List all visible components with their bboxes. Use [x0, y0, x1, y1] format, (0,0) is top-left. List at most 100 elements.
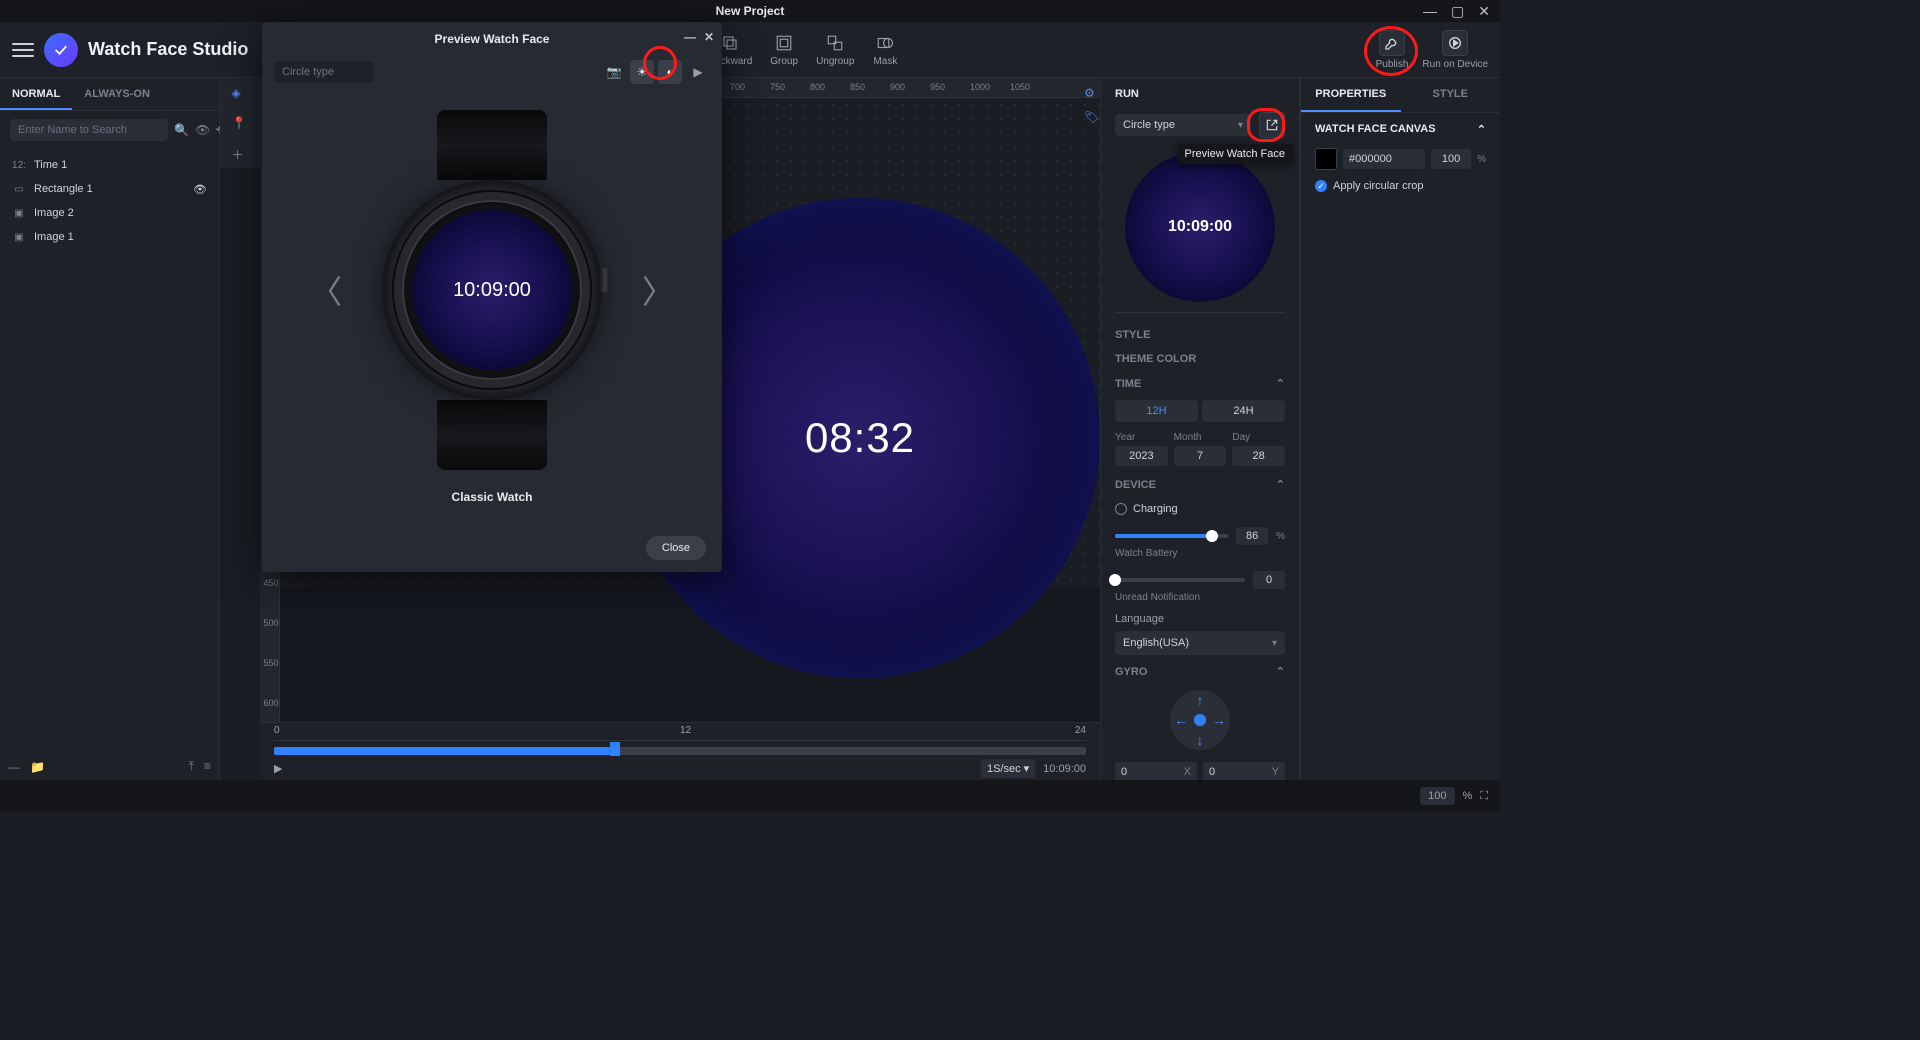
theme-color-section-label[interactable]: THEME COLOR: [1101, 347, 1299, 371]
circular-crop-checkbox[interactable]: ✓ Apply circular crop: [1301, 176, 1500, 196]
layers-icon[interactable]: ◈: [232, 86, 248, 102]
search-icon[interactable]: 🔍: [174, 123, 189, 137]
filter-icon[interactable]: ≡: [204, 759, 211, 774]
run-on-device-button[interactable]: Run on Device: [1422, 30, 1488, 70]
timeline-handle[interactable]: [610, 742, 620, 756]
layer-label: Time 1: [34, 159, 67, 171]
zoom-value[interactable]: 100: [1420, 787, 1454, 805]
preview-modal: Preview Watch Face — ✕ 📷 ☀ ◐ ▶ 〈 10:09:0…: [262, 22, 722, 572]
charging-toggle[interactable]: Charging: [1101, 497, 1299, 521]
device-section-label[interactable]: DEVICE⌃: [1101, 472, 1299, 497]
upload-icon[interactable]: ⤒: [189, 759, 194, 774]
tab-always-on[interactable]: ALWAYS-ON: [72, 78, 162, 110]
gyro-left-icon[interactable]: ←: [1174, 712, 1188, 728]
layer-item-image1[interactable]: ▣ Image 1: [0, 225, 219, 249]
group-tool[interactable]: Group: [770, 33, 798, 67]
modal-type-input[interactable]: [274, 61, 374, 83]
modal-close-button[interactable]: ✕: [704, 30, 714, 44]
rect-layer-icon: ▭: [12, 182, 26, 196]
24h-button[interactable]: 24H: [1202, 400, 1285, 422]
layer-label: Rectangle 1: [34, 183, 93, 195]
watch-preview-frame: 10:09:00: [362, 110, 622, 470]
day-input[interactable]: 28: [1232, 446, 1285, 466]
notification-value[interactable]: 0: [1253, 571, 1285, 589]
gyro-center-dot[interactable]: [1194, 714, 1206, 726]
ungroup-tool[interactable]: Ungroup: [816, 33, 854, 67]
folder-icon[interactable]: 📁: [30, 760, 45, 774]
watch-crown: [600, 268, 610, 292]
layer-search-input[interactable]: [10, 119, 168, 141]
timeline-play-button[interactable]: ▶: [274, 762, 282, 775]
modal-title-bar: Preview Watch Face — ✕: [262, 22, 722, 54]
play-icon[interactable]: ▶: [686, 60, 710, 84]
close-window-button[interactable]: ✕: [1474, 4, 1494, 18]
layer-visibility-icon[interactable]: 👁: [193, 183, 207, 196]
gyro-y-input[interactable]: 0Y: [1203, 762, 1285, 780]
modal-toolbar: 📷 ☀ ◐ ▶: [262, 54, 722, 90]
12h-button[interactable]: 12H: [1115, 400, 1198, 422]
add-icon[interactable]: ＋: [232, 146, 248, 162]
modal-minimize-button[interactable]: —: [684, 30, 696, 44]
layers-panel: NORMAL ALWAYS-ON 🔍 👁 ⟲ 12: Time 1 ▭ Rect…: [0, 78, 220, 780]
opacity-input[interactable]: 100: [1431, 149, 1471, 169]
wrench-icon: [1379, 30, 1405, 56]
app-name: Watch Face Studio: [88, 39, 248, 60]
watch-type-select[interactable]: Circle type: [1115, 114, 1251, 136]
layer-item-time[interactable]: 12: Time 1: [0, 153, 219, 177]
gyro-x-input[interactable]: 0X: [1115, 762, 1197, 780]
mask-tool[interactable]: Mask: [872, 33, 898, 67]
gyro-right-icon[interactable]: →: [1212, 712, 1226, 728]
prev-arrow[interactable]: 〈: [310, 267, 342, 313]
close-button[interactable]: Close: [646, 536, 706, 560]
aod-toggle-icon[interactable]: ◐: [658, 60, 682, 84]
tab-properties[interactable]: PROPERTIES: [1301, 78, 1401, 112]
timeline-track[interactable]: [274, 747, 1086, 755]
gyro-control[interactable]: ↑ ↓ ← →: [1170, 690, 1230, 750]
minimize-button[interactable]: —: [1419, 4, 1441, 18]
image-layer-icon: ▣: [12, 230, 26, 244]
next-arrow[interactable]: 〉: [642, 267, 674, 313]
layer-label: Image 2: [34, 207, 74, 219]
gyro-section-label[interactable]: GYRO⌃: [1101, 659, 1299, 684]
layer-item-image2[interactable]: ▣ Image 2: [0, 201, 219, 225]
timeline: 0 12 24 ▶ 1S/sec ▾ 10:09:00: [260, 722, 1100, 780]
menu-button[interactable]: [12, 39, 34, 61]
timeline-speed-select[interactable]: 1S/sec ▾: [981, 759, 1035, 778]
mask-icon: [872, 33, 898, 53]
style-section-label[interactable]: STYLE: [1101, 323, 1299, 347]
app-header: Watch Face Studio Backward Group Ungroup…: [0, 22, 1500, 78]
window-title: New Project: [716, 4, 785, 18]
gyro-up-icon[interactable]: ↑: [1197, 692, 1204, 708]
timeline-ruler[interactable]: 0 12 24: [274, 723, 1086, 741]
visibility-toggle-icon[interactable]: 👁: [195, 123, 209, 137]
background-hex-input[interactable]: #000000: [1343, 149, 1425, 169]
brightness-icon[interactable]: ☀: [630, 60, 654, 84]
header-right: Publish Run on Device: [1376, 30, 1488, 70]
publish-button[interactable]: Publish: [1376, 30, 1409, 70]
app-logo: [44, 33, 78, 67]
canvas-section-label[interactable]: WATCH FACE CANVAS⌃: [1301, 113, 1500, 142]
maximize-button[interactable]: ▢: [1447, 4, 1468, 18]
layer-item-rectangle[interactable]: ▭ Rectangle 1 👁: [0, 177, 219, 201]
battery-slider[interactable]: [1115, 534, 1228, 538]
battery-value[interactable]: 86: [1236, 527, 1268, 545]
month-input[interactable]: 7: [1174, 446, 1227, 466]
watch-name-label: Classic Watch: [262, 480, 722, 524]
gyro-down-icon[interactable]: ↓: [1197, 732, 1204, 748]
language-select[interactable]: English(USA): [1115, 631, 1285, 655]
minus-icon[interactable]: —: [8, 760, 20, 774]
run-mini-preview: 10:09:00: [1125, 152, 1275, 302]
tab-normal[interactable]: NORMAL: [0, 78, 72, 110]
ungroup-icon: [822, 33, 848, 53]
background-color-swatch[interactable]: [1315, 148, 1337, 170]
year-input[interactable]: 2023: [1115, 446, 1168, 466]
tab-style[interactable]: STYLE: [1401, 78, 1501, 112]
preview-popout-button[interactable]: [1259, 112, 1285, 138]
pin-icon[interactable]: 📍: [232, 116, 248, 132]
fit-screen-icon[interactable]: ⛶: [1480, 790, 1488, 803]
camera-icon[interactable]: 📷: [602, 60, 626, 84]
canvas-tool-column: ◈ 📍 ＋: [220, 78, 260, 168]
notification-slider[interactable]: [1115, 578, 1245, 582]
time-section-label[interactable]: TIME⌃: [1101, 371, 1299, 396]
canvas-time-text: 08:32: [805, 414, 915, 462]
